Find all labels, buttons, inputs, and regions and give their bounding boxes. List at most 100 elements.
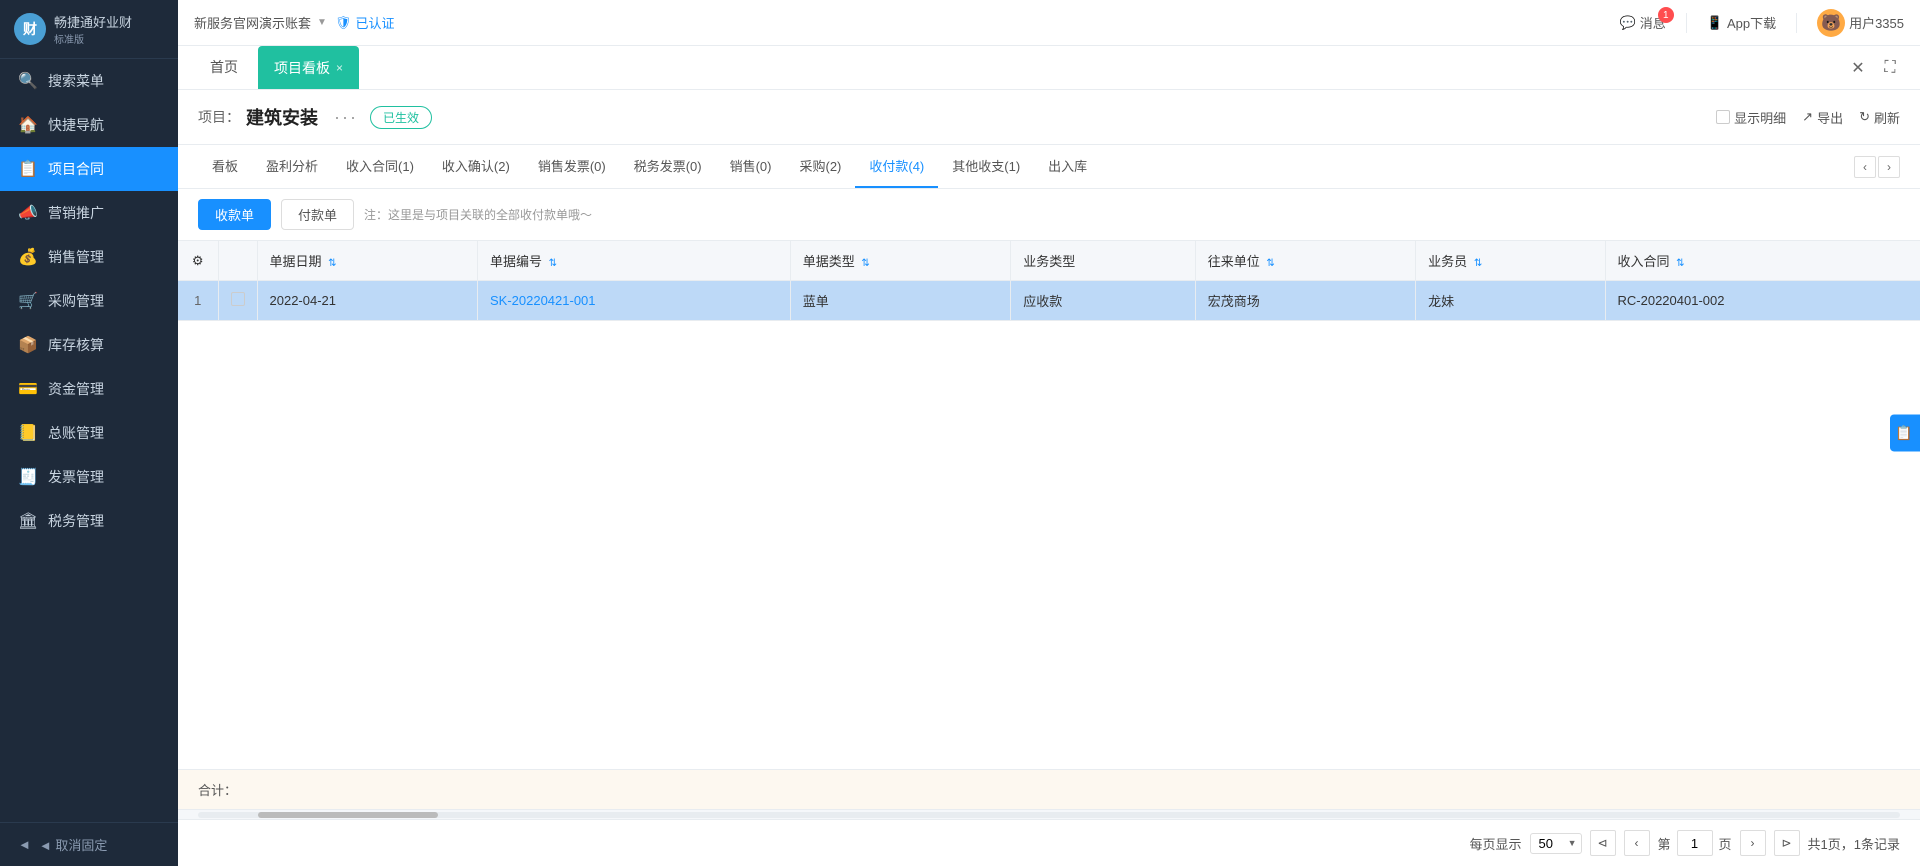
- sort-type-icon: ⇅: [861, 258, 869, 269]
- export-icon: ↗: [1802, 109, 1813, 125]
- tab-close-icon[interactable]: ×: [336, 61, 343, 75]
- th-date[interactable]: 单据日期 ⇅: [257, 241, 477, 281]
- sub-nav-item-4[interactable]: 销售发票(0): [524, 145, 620, 188]
- last-page-button[interactable]: ⊳: [1774, 830, 1800, 856]
- page-num-input[interactable]: [1677, 830, 1713, 856]
- sub-tab-btn-0[interactable]: 收款单: [198, 199, 271, 230]
- sub-nav-item-6[interactable]: 销售(0): [716, 145, 786, 188]
- row-checkbox-cell[interactable]: [218, 281, 257, 321]
- sidebar-icon-10: 🏛: [18, 511, 38, 531]
- th-contract[interactable]: 收入合同 ⇅: [1605, 241, 1920, 281]
- sub-nav-item-5[interactable]: 税务发票(0): [620, 145, 716, 188]
- show-detail-label: 显示明细: [1734, 108, 1786, 127]
- unpin-icon: ◄: [18, 837, 31, 852]
- sidebar-item-7[interactable]: 💳 资金管理: [0, 367, 178, 411]
- user-action[interactable]: 🐻 用户3355: [1817, 9, 1904, 37]
- refresh-button[interactable]: ↻ 刷新: [1859, 108, 1900, 127]
- sub-nav-next-arrow[interactable]: ›: [1878, 156, 1900, 178]
- th-salesperson[interactable]: 业务员 ⇅: [1416, 241, 1605, 281]
- th-partner[interactable]: 往来单位 ⇅: [1195, 241, 1415, 281]
- sub-nav-item-3[interactable]: 收入确认(2): [428, 145, 524, 188]
- sidebar-item-8[interactable]: 📒 总账管理: [0, 411, 178, 455]
- account-chevron-icon: ▼: [317, 17, 327, 28]
- prev-page-button[interactable]: ‹: [1624, 830, 1650, 856]
- export-button[interactable]: ↗ 导出: [1802, 108, 1843, 127]
- show-detail-checkbox[interactable]: [1716, 110, 1730, 124]
- sort-date-icon: ⇅: [328, 258, 336, 269]
- sidebar-icon-8: 📒: [18, 423, 38, 443]
- float-right-button[interactable]: 📋: [1890, 414, 1920, 451]
- more-options-button[interactable]: ···: [334, 107, 358, 128]
- logo-icon: 财: [14, 13, 46, 45]
- fullscreen-button[interactable]: ⛶: [1876, 54, 1904, 82]
- sub-nav-item-8[interactable]: 收付款(4): [855, 145, 938, 188]
- first-page-button[interactable]: ⊲: [1590, 830, 1616, 856]
- scrollbar-thumb[interactable]: [258, 812, 438, 818]
- sidebar-scroll: 🔍 搜索菜单 🏠 快捷导航 📋 项目合同 📣 营销推广 💰 销售管理 🛒 采购管…: [0, 59, 178, 822]
- sidebar-label-0: 搜索菜单: [48, 71, 104, 91]
- app-download-action[interactable]: 📱 App下载: [1707, 13, 1776, 32]
- th-type[interactable]: 单据类型 ⇅: [790, 241, 1010, 281]
- account-selector[interactable]: 新服务官网演示账套 ▼: [194, 13, 327, 32]
- th-code[interactable]: 单据编号 ⇅: [477, 241, 790, 281]
- sidebar-icon-2: 📋: [18, 159, 38, 179]
- per-page-select[interactable]: 50 100 200: [1530, 833, 1582, 854]
- sidebar-item-0[interactable]: 🔍 搜索菜单: [0, 59, 178, 103]
- sub-nav-item-10[interactable]: 出入库: [1034, 145, 1101, 188]
- sidebar-item-4[interactable]: 💰 销售管理: [0, 235, 178, 279]
- logo-text: 畅捷通好业财 标准版: [54, 12, 132, 46]
- next-page-button[interactable]: ›: [1740, 830, 1766, 856]
- sidebar-item-9[interactable]: 🧾 发票管理: [0, 455, 178, 499]
- sidebar-item-6[interactable]: 📦 库存核算: [0, 323, 178, 367]
- sub-nav-item-2[interactable]: 收入合同(1): [332, 145, 428, 188]
- tab-project-kanban[interactable]: 项目看板 ×: [258, 46, 359, 89]
- sidebar-footer[interactable]: ◄ ◄ 取消固定: [0, 822, 178, 866]
- message-action[interactable]: 💬 消息 1: [1620, 13, 1666, 32]
- sub-nav-arrows: ‹ ›: [1854, 156, 1900, 178]
- message-icon: 💬: [1620, 15, 1636, 31]
- th-settings[interactable]: ⚙: [178, 241, 218, 281]
- table-area[interactable]: ⚙ 单据日期 ⇅ 单据编号 ⇅ 单据类型 ⇅: [178, 241, 1920, 769]
- sidebar: 财 畅捷通好业财 标准版 🔍 搜索菜单 🏠 快捷导航 📋 项目合同 📣 营销推广…: [0, 0, 178, 866]
- cell-code[interactable]: SK-20220421-001: [477, 281, 790, 321]
- table-body: 1 2022-04-21 SK-20220421-001 蓝单 应收款 宏茂商场…: [178, 281, 1920, 321]
- table-row[interactable]: 1 2022-04-21 SK-20220421-001 蓝单 应收款 宏茂商场…: [178, 281, 1920, 321]
- sidebar-label-3: 营销推广: [48, 203, 104, 223]
- sub-tab-btn-1[interactable]: 付款单: [281, 199, 354, 230]
- topbar-right: 💬 消息 1 📱 App下载 🐻 用户3355: [1620, 9, 1904, 37]
- user-label: 用户3355: [1849, 13, 1904, 32]
- sidebar-item-5[interactable]: 🛒 采购管理: [0, 279, 178, 323]
- app-download-label: App下载: [1727, 13, 1776, 32]
- sidebar-item-3[interactable]: 📣 营销推广: [0, 191, 178, 235]
- sidebar-item-1[interactable]: 🏠 快捷导航: [0, 103, 178, 147]
- sub-nav-item-7[interactable]: 采购(2): [785, 145, 855, 188]
- sub-nav-item-9[interactable]: 其他收支(1): [938, 145, 1034, 188]
- code-link[interactable]: SK-20220421-001: [490, 293, 596, 308]
- data-table: ⚙ 单据日期 ⇅ 单据编号 ⇅ 单据类型 ⇅: [178, 241, 1920, 321]
- sidebar-label-4: 销售管理: [48, 247, 104, 267]
- sub-nav-item-0[interactable]: 看板: [198, 145, 252, 188]
- close-window-button[interactable]: ✕: [1844, 54, 1872, 82]
- pagination: 每页显示 50 100 200 ⊲ ‹ 第 页 › ⊳ 共1页，1条记录: [178, 819, 1920, 866]
- sidebar-icon-1: 🏠: [18, 115, 38, 135]
- sidebar-item-10[interactable]: 🏛 税务管理: [0, 499, 178, 543]
- sort-contract-icon: ⇅: [1676, 258, 1684, 269]
- sub-nav-item-1[interactable]: 盈利分析: [252, 145, 332, 188]
- topbar-divider-2: [1796, 13, 1797, 33]
- topbar-divider: [1686, 13, 1687, 33]
- table-footer: 合计：: [178, 769, 1920, 809]
- scrollbar-track[interactable]: [198, 812, 1900, 818]
- sidebar-item-2[interactable]: 📋 项目合同: [0, 147, 178, 191]
- sidebar-icon-6: 📦: [18, 335, 38, 355]
- sub-nav-prev-arrow[interactable]: ‹: [1854, 156, 1876, 178]
- page-title-prefix: 项目：: [198, 107, 240, 127]
- row-checkbox[interactable]: [231, 292, 245, 306]
- tab-home[interactable]: 首页: [194, 46, 254, 89]
- sidebar-label-7: 资金管理: [48, 379, 104, 399]
- app-version: 标准版: [54, 31, 132, 46]
- page-label: 第: [1658, 834, 1671, 853]
- refresh-icon: ↻: [1859, 109, 1870, 125]
- sidebar-icon-0: 🔍: [18, 71, 38, 91]
- page-header-actions: 显示明细 ↗ 导出 ↻ 刷新: [1716, 108, 1900, 127]
- show-detail-toggle[interactable]: 显示明细: [1716, 108, 1786, 127]
